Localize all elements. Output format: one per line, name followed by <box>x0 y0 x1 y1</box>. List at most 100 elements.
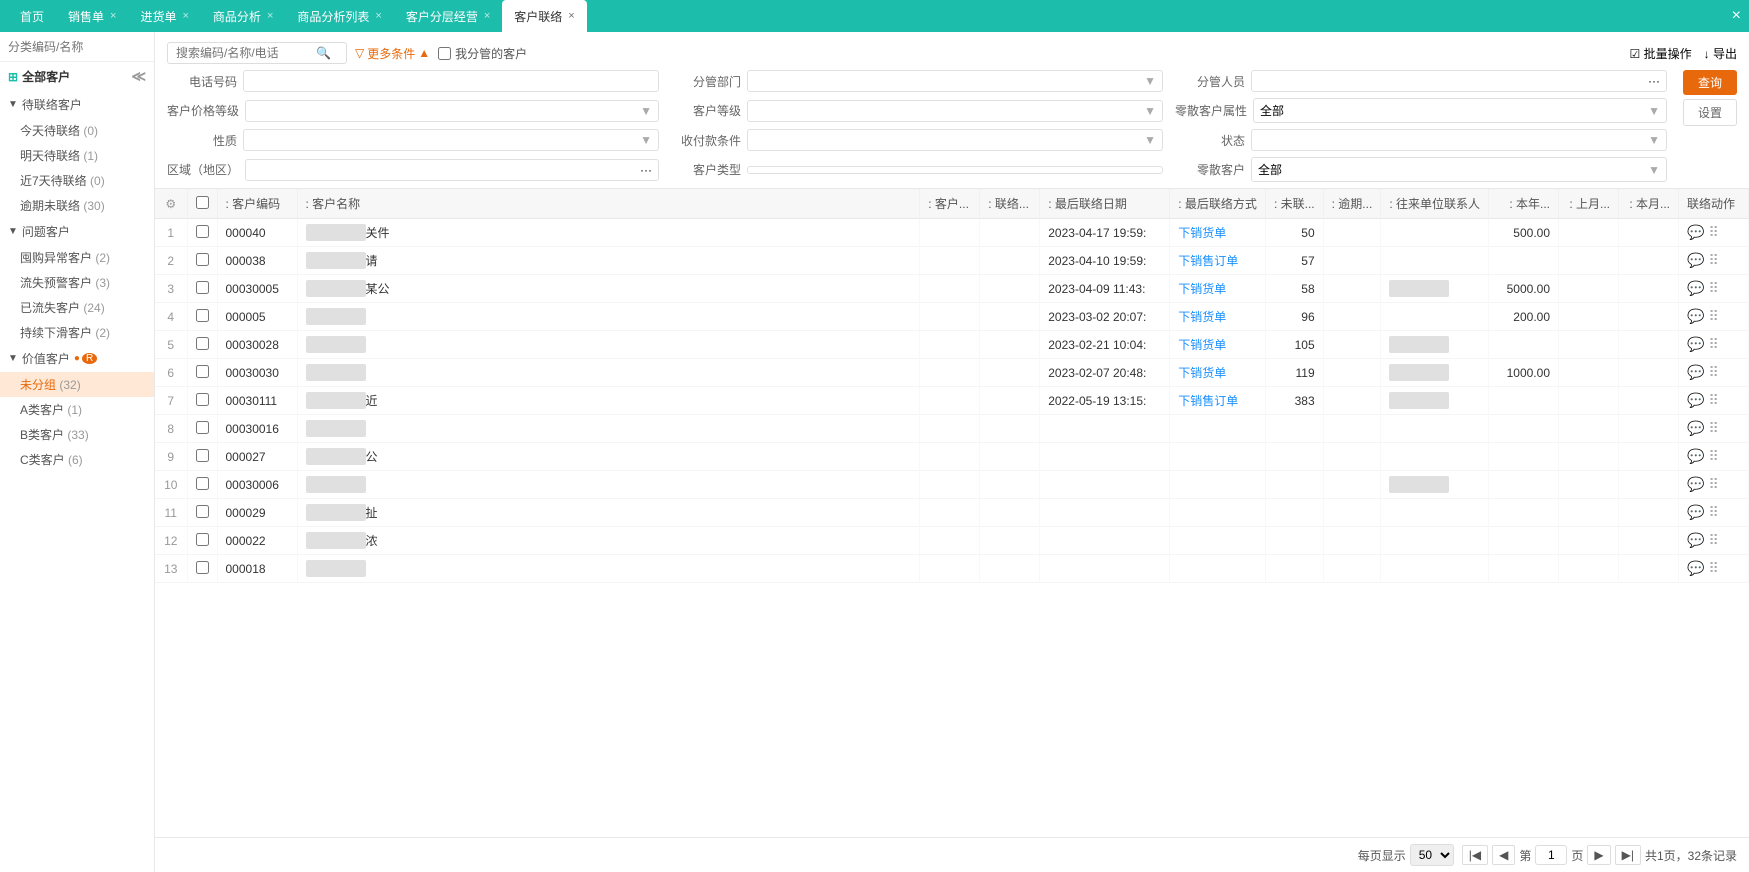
row-checkbox[interactable] <box>196 449 209 462</box>
more-actions-icon[interactable]: ⠿ <box>1708 448 1718 465</box>
select-all-checkbox[interactable] <box>196 196 209 209</box>
chat-icon[interactable]: 💬 <box>1687 280 1704 297</box>
filter-status-select[interactable]: ▼ <box>1251 129 1667 151</box>
sidebar-group-problem[interactable]: ▼ 问题客户 <box>0 218 154 245</box>
tab-purchase[interactable]: 进货单 × <box>128 0 200 32</box>
filter-search-icon[interactable]: 🔍 <box>316 46 331 60</box>
chat-icon[interactable]: 💬 <box>1687 252 1704 269</box>
sidebar-item-tomorrow[interactable]: 明天待联络 (1) <box>0 143 154 168</box>
filter-customer-type-select[interactable] <box>747 166 1163 174</box>
more-actions-icon[interactable]: ⠿ <box>1708 532 1718 549</box>
tab-analysis-list[interactable]: 商品分析列表 × <box>285 0 393 32</box>
row-checkbox[interactable] <box>196 365 209 378</box>
sidebar-item-class-a[interactable]: A类客户 (1) <box>0 397 154 422</box>
chat-icon[interactable]: 💬 <box>1687 504 1704 521</box>
chat-icon[interactable]: 💬 <box>1687 420 1704 437</box>
th-last-date[interactable]: : 最后联络日期 <box>1040 189 1170 219</box>
row-checkbox[interactable] <box>196 561 209 574</box>
close-tab-customer-contact[interactable]: × <box>568 10 574 22</box>
row-checkbox[interactable] <box>196 421 209 434</box>
sidebar-item-class-c[interactable]: C类客户 (6) <box>0 447 154 472</box>
sidebar-item-overdue[interactable]: 逾期未联络 (30) <box>0 193 154 218</box>
sidebar-item-lost[interactable]: 已流失客户 (24) <box>0 295 154 320</box>
sidebar-item-declining[interactable]: 持续下滑客户 (2) <box>0 320 154 345</box>
more-actions-icon[interactable]: ⠿ <box>1708 280 1718 297</box>
filter-customer-level-select[interactable]: ▼ <box>747 100 1163 122</box>
sidebar-item-churn-warning[interactable]: 流失预警客户 (3) <box>0 270 154 295</box>
chat-icon[interactable]: 💬 <box>1687 448 1704 465</box>
row-checkbox[interactable] <box>196 253 209 266</box>
more-actions-icon[interactable]: ⠿ <box>1708 364 1718 381</box>
batch-operation-btn[interactable]: ☑ 批量操作 <box>1630 45 1692 62</box>
tab-home[interactable]: 首页 <box>8 0 56 32</box>
row-checkbox[interactable] <box>196 225 209 238</box>
tab-customer-tier[interactable]: 客户分层经营 × <box>394 0 502 32</box>
th-code[interactable]: : 客户编码 <box>217 189 297 219</box>
th-overdue[interactable]: : 逾期... <box>1323 189 1381 219</box>
my-customer-checkbox[interactable] <box>438 47 451 60</box>
more-actions-icon[interactable]: ⠿ <box>1708 252 1718 269</box>
sidebar-item-7days[interactable]: 近7天待联络 (0) <box>0 168 154 193</box>
sidebar-group-value[interactable]: ▼ 价值客户 ● R <box>0 345 154 372</box>
close-tab-analysis[interactable]: × <box>267 10 273 22</box>
chat-icon[interactable]: 💬 <box>1687 532 1704 549</box>
last-page-btn[interactable]: ▶| <box>1615 845 1641 865</box>
close-tab-sales[interactable]: × <box>110 10 116 22</box>
sidebar-item-class-b[interactable]: B类客户 (33) <box>0 422 154 447</box>
th-contact[interactable]: : 联络... <box>980 189 1040 219</box>
row-checkbox[interactable] <box>196 533 209 546</box>
more-actions-icon[interactable]: ⠿ <box>1708 224 1718 241</box>
th-partner[interactable]: : 往来单位联系人 <box>1381 189 1489 219</box>
th-settings[interactable]: ⚙ <box>155 189 187 219</box>
sidebar-item-ungrouped[interactable]: 未分组 (32) <box>0 372 154 397</box>
next-page-btn[interactable]: ▶ <box>1587 845 1610 865</box>
filter-phone-input[interactable] <box>243 70 659 92</box>
filter-search-input[interactable] <box>176 46 316 60</box>
chat-icon[interactable]: 💬 <box>1687 392 1704 409</box>
chat-icon[interactable]: 💬 <box>1687 308 1704 325</box>
sidebar-collapse-btn[interactable]: ≪ <box>131 68 146 85</box>
reset-button[interactable]: 设置 <box>1683 99 1737 126</box>
sidebar-group-pending[interactable]: ▼ 待联络客户 <box>0 91 154 118</box>
close-tab-purchase[interactable]: × <box>182 10 188 22</box>
sidebar-all-customers[interactable]: ⊞ 全部客户 ≪ <box>0 62 154 91</box>
tab-analysis[interactable]: 商品分析 × <box>201 0 285 32</box>
th-lastmonth[interactable]: : 上月... <box>1559 189 1619 219</box>
method-link[interactable]: 下销货单 <box>1178 338 1226 352</box>
th-thisyear[interactable]: : 本年... <box>1489 189 1559 219</box>
filter-price-level-select[interactable]: ▼ <box>245 100 659 122</box>
tab-sales[interactable]: 销售单 × <box>56 0 128 32</box>
th-type[interactable]: : 客户... <box>920 189 980 219</box>
filter-more-btn[interactable]: ▽ 更多条件 ▲ <box>355 45 430 62</box>
method-link[interactable]: 下销货单 <box>1178 366 1226 380</box>
row-checkbox[interactable] <box>196 477 209 490</box>
th-name[interactable]: : 客户名称 <box>297 189 920 219</box>
sidebar-search-input[interactable] <box>8 40 155 54</box>
per-page-select[interactable]: 50 <box>1410 844 1454 866</box>
th-uncontact[interactable]: : 未联... <box>1265 189 1323 219</box>
row-checkbox[interactable] <box>196 505 209 518</box>
filter-retail-customer-select[interactable]: 全部 ▼ <box>1251 157 1667 182</box>
close-tab-customer-tier[interactable]: × <box>484 10 490 22</box>
method-link[interactable]: 下销货单 <box>1178 282 1226 296</box>
filter-manager-select[interactable]: ··· <box>1251 70 1667 92</box>
page-input[interactable] <box>1535 845 1567 865</box>
more-actions-icon[interactable]: ⠿ <box>1708 336 1718 353</box>
chat-icon[interactable]: 💬 <box>1687 336 1704 353</box>
more-actions-icon[interactable]: ⠿ <box>1708 308 1718 325</box>
close-all-tabs[interactable]: × <box>1732 7 1741 25</box>
method-link[interactable]: 下销售订单 <box>1178 394 1238 408</box>
th-last-method[interactable]: : 最后联络方式 <box>1170 189 1266 219</box>
sidebar-item-hoarding[interactable]: 囤购异常客户 (2) <box>0 245 154 270</box>
method-link[interactable]: 下销售订单 <box>1178 254 1238 268</box>
sidebar-item-today[interactable]: 今天待联络 (0) <box>0 118 154 143</box>
more-actions-icon[interactable]: ⠿ <box>1708 392 1718 409</box>
tab-customer-contact[interactable]: 客户联络 × <box>502 0 586 32</box>
first-page-btn[interactable]: |◀ <box>1462 845 1488 865</box>
row-checkbox[interactable] <box>196 337 209 350</box>
method-link[interactable]: 下销货单 <box>1178 310 1226 324</box>
filter-retail-attr-select[interactable]: 全部 ▼ <box>1253 98 1667 123</box>
close-tab-analysis-list[interactable]: × <box>375 10 381 22</box>
export-btn[interactable]: ↓ 导出 <box>1704 45 1737 62</box>
th-thismonth[interactable]: : 本月... <box>1619 189 1679 219</box>
